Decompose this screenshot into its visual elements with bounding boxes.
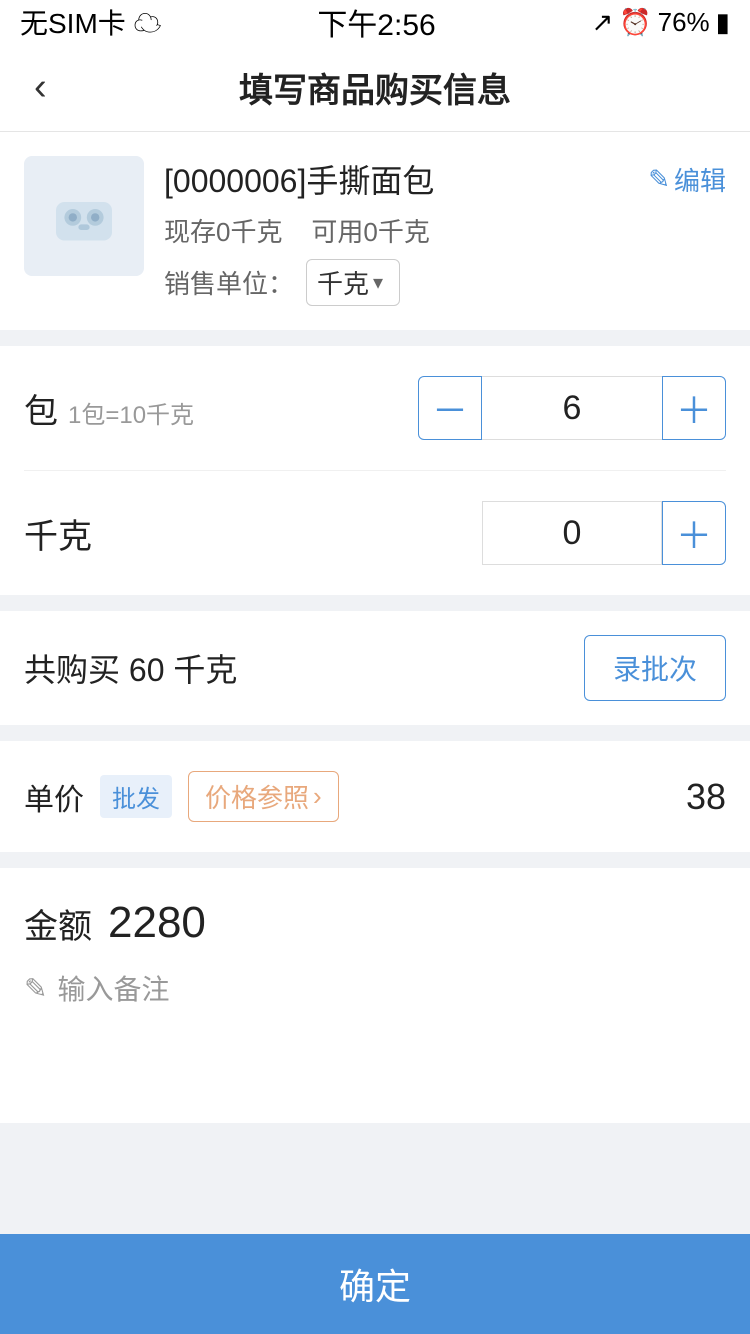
carrier-text: 无SIM卡 ☁: [20, 2, 162, 42]
batch-button[interactable]: 录批次: [584, 635, 726, 701]
amount-value: 2280: [108, 898, 206, 948]
kg-qty-input[interactable]: [482, 501, 662, 565]
package-label: 包: [24, 384, 58, 433]
product-image: [24, 156, 144, 276]
product-unit-row: 销售单位： 千克 ▾: [164, 259, 726, 306]
product-stock: 现存0千克 可用0千克: [164, 212, 726, 249]
product-code: [0000006]: [164, 163, 306, 199]
page-title: 填写商品购买信息: [239, 63, 511, 112]
unit-label: 销售单位：: [164, 264, 294, 301]
status-right: ↗ ⏰ 76% ▮: [591, 7, 730, 38]
back-button[interactable]: ‹: [24, 56, 57, 119]
battery-text: 76%: [658, 7, 710, 38]
price-section: 单价 批发 价格参照 › 38: [0, 741, 750, 852]
amount-row: 金额 2280: [24, 898, 726, 948]
total-text: 共购买 60 千克: [24, 645, 237, 691]
total-section: 共购买 60 千克 录批次: [0, 611, 750, 725]
price-ref-label: 价格参照: [205, 778, 309, 815]
package-sublabel: 1包=10千克: [68, 395, 194, 430]
dropdown-arrow-icon: ▾: [373, 270, 383, 295]
kg-qty-control: ＋: [482, 501, 726, 565]
package-decrement-button[interactable]: －: [418, 376, 482, 440]
edit-button[interactable]: ✎ 编辑: [648, 161, 726, 198]
product-card: [0000006]手撕面包 ✎ 编辑 现存0千克 可用0千克 销售单位： 千克 …: [0, 132, 750, 330]
status-left: 无SIM卡 ☁: [20, 2, 162, 42]
price-value: 38: [686, 776, 726, 818]
status-bar: 无SIM卡 ☁ 下午2:56 ↗ ⏰ 76% ▮: [0, 0, 750, 44]
product-info: [0000006]手撕面包 ✎ 编辑 现存0千克 可用0千克 销售单位： 千克 …: [164, 156, 726, 306]
kg-label-group: 千克: [24, 509, 482, 558]
price-type-tag: 批发: [100, 775, 172, 818]
kg-quantity-row: 千克 ＋: [24, 471, 726, 595]
edit-icon: ✎: [648, 164, 670, 195]
unit-value: 千克: [317, 264, 369, 301]
content-spacer: [0, 1139, 750, 1234]
product-logo-icon: [49, 181, 119, 251]
product-name: [0000006]手撕面包: [164, 156, 434, 202]
amount-section: 金额 2280 ✎ 输入备注: [0, 868, 750, 1123]
status-time: 下午2:56: [317, 0, 435, 44]
confirm-button[interactable]: 确定: [0, 1234, 750, 1334]
price-ref-arrow-icon: ›: [313, 781, 322, 812]
price-label: 单价: [24, 775, 84, 819]
quantity-section: 包 1包=10千克 － ＋ 千克 ＋: [0, 346, 750, 595]
unit-select[interactable]: 千克 ▾: [306, 259, 400, 306]
package-label-group: 包 1包=10千克: [24, 384, 418, 433]
package-increment-button[interactable]: ＋: [662, 376, 726, 440]
battery-icon: ▮: [716, 7, 730, 38]
alarm-icon: ⏰: [619, 7, 651, 38]
stock-text: 现存0千克: [164, 217, 282, 247]
nav-bar: ‹ 填写商品购买信息: [0, 44, 750, 132]
package-qty-control: － ＋: [418, 376, 726, 440]
package-quantity-row: 包 1包=10千克 － ＋: [24, 346, 726, 471]
kg-increment-button[interactable]: ＋: [662, 501, 726, 565]
package-qty-input[interactable]: [482, 376, 662, 440]
available-text: 可用0千克: [311, 217, 429, 247]
price-reference-button[interactable]: 价格参照 ›: [188, 771, 339, 822]
note-placeholder: 输入备注: [57, 968, 169, 1008]
product-title: 手撕面包: [306, 163, 434, 199]
pencil-icon: ✎: [24, 972, 47, 1005]
amount-label: 金额: [24, 899, 92, 948]
location-icon: ↗: [591, 7, 613, 38]
kg-label: 千克: [24, 509, 92, 558]
note-row[interactable]: ✎ 输入备注: [24, 968, 726, 1008]
product-name-row: [0000006]手撕面包 ✎ 编辑: [164, 156, 726, 202]
edit-label: 编辑: [674, 161, 726, 198]
